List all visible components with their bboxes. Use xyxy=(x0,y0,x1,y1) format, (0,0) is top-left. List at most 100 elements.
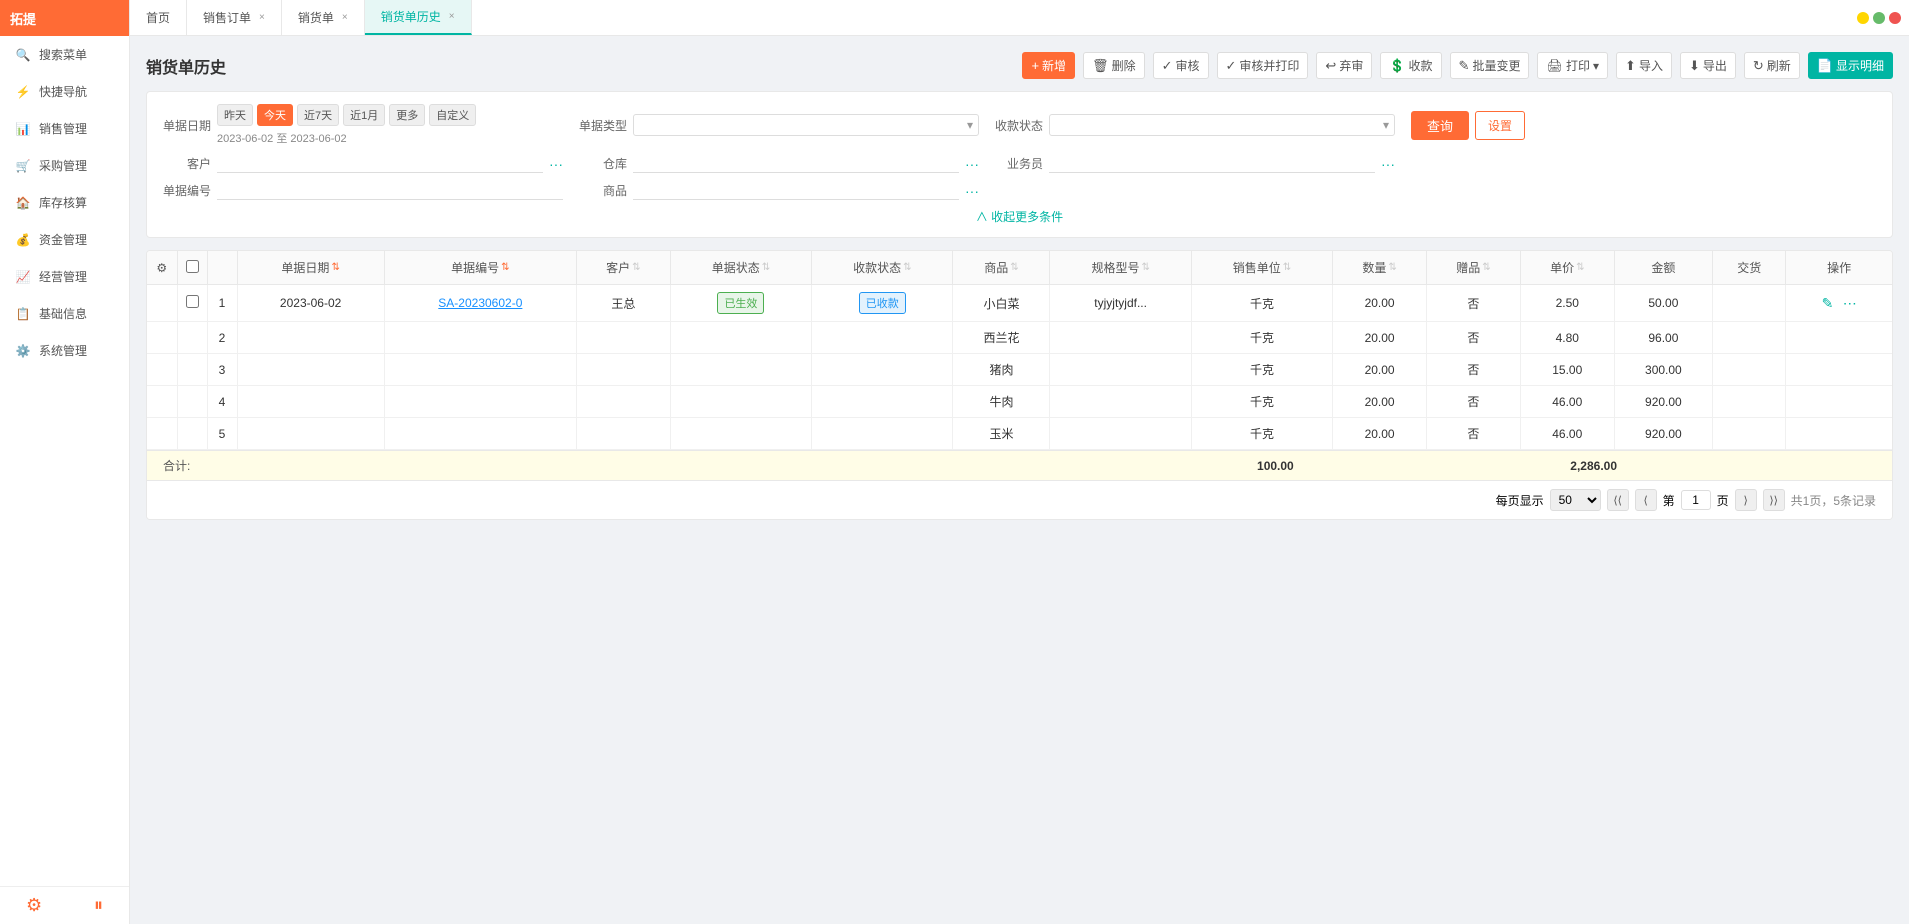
th-goods[interactable]: 商品 ⇅ xyxy=(953,251,1050,285)
minimize-btn[interactable] xyxy=(1857,12,1869,24)
print-button[interactable]: 🖨 打印 ▾ xyxy=(1537,52,1608,79)
salesman-input[interactable] xyxy=(1049,154,1375,173)
row-edit-icon[interactable]: ✎ xyxy=(1822,295,1834,311)
cell-amount: 300.00 xyxy=(1614,354,1712,386)
cell-spec xyxy=(1050,322,1191,354)
date-1month-btn[interactable]: 近1月 xyxy=(343,104,385,126)
th-gear[interactable]: ⚙ xyxy=(147,251,177,285)
th-unit[interactable]: 销售单位 ⇅ xyxy=(1191,251,1332,285)
date-more-btn[interactable]: 更多 xyxy=(389,104,425,126)
th-action: 操作 xyxy=(1786,251,1892,285)
filter-row-3: 单据编号 商品 ··· xyxy=(163,181,1876,200)
close-btn[interactable] xyxy=(1889,12,1901,24)
select-all-checkbox[interactable] xyxy=(186,260,199,273)
sidebar-pause-icon[interactable]: ⏸ xyxy=(94,895,103,916)
tab-home-label: 首页 xyxy=(146,9,170,26)
review-print-button[interactable]: ✓ 审核并打印 xyxy=(1217,52,1309,79)
sidebar-item-ops-mgmt[interactable]: 📈 经营管理 xyxy=(0,258,129,295)
customer-dots-btn[interactable]: ··· xyxy=(549,156,563,172)
sidebar-item-purchase-mgmt[interactable]: 🛒 采购管理 xyxy=(0,147,129,184)
next-page-btn[interactable]: ⟩ xyxy=(1735,489,1757,511)
print-dropdown-icon: ▾ xyxy=(1593,59,1599,73)
prev-page-btn[interactable]: ⟨ xyxy=(1635,489,1657,511)
th-collect-status[interactable]: 收款状态 ⇅ xyxy=(812,251,953,285)
row-more-icon[interactable]: ⋯ xyxy=(1843,295,1857,311)
sort-price[interactable]: 单价 ⇅ xyxy=(1550,259,1584,276)
doc-type-select[interactable] xyxy=(633,114,979,136)
cell-spec xyxy=(1050,354,1191,386)
sidebar-item-sales-mgmt[interactable]: 📊 销售管理 xyxy=(0,110,129,147)
collect-status-select[interactable] xyxy=(1049,114,1395,136)
maximize-btn[interactable] xyxy=(1873,12,1885,24)
sort-goods[interactable]: 商品 ⇅ xyxy=(984,259,1018,276)
per-page-select[interactable]: 50 100 xyxy=(1550,489,1601,511)
sidebar-item-quick-nav[interactable]: ⚡ 快捷导航 xyxy=(0,73,129,110)
warehouse-filter-group: 仓库 ··· xyxy=(579,154,979,173)
tab-close-sales-history[interactable]: × xyxy=(449,11,455,22)
batch-change-button[interactable]: ✎ 批量变更 xyxy=(1450,52,1530,79)
tab-home[interactable]: 首页 xyxy=(130,0,187,35)
salesman-dots-btn[interactable]: ··· xyxy=(1381,156,1395,172)
sidebar-item-basic-info[interactable]: 📋 基础信息 xyxy=(0,295,129,332)
warehouse-input[interactable] xyxy=(633,154,959,173)
sort-unit[interactable]: 销售单位 ⇅ xyxy=(1233,259,1291,276)
row-checkbox[interactable] xyxy=(186,295,199,308)
sidebar-settings-icon[interactable]: ⚙ xyxy=(26,895,42,916)
th-customer[interactable]: 客户 ⇅ xyxy=(576,251,670,285)
first-page-btn[interactable]: ⟨⟨ xyxy=(1607,489,1629,511)
sort-spec[interactable]: 规格型号 ⇅ xyxy=(1091,259,1149,276)
import-button[interactable]: ⬆ 导入 xyxy=(1616,52,1672,79)
tab-sales-history[interactable]: 销货单历史 × xyxy=(365,0,472,35)
sort-doc-no[interactable]: 单据编号 ⇅ xyxy=(451,259,509,276)
th-doc-no[interactable]: 单据编号 ⇅ xyxy=(384,251,576,285)
tab-sales-order[interactable]: 销售订单 × xyxy=(187,0,282,35)
last-page-btn[interactable]: ⟩⟩ xyxy=(1763,489,1785,511)
collapse-btn[interactable]: ∧ 收起更多条件 xyxy=(163,208,1876,225)
sidebar-item-search-menu[interactable]: 🔍 搜索菜单 xyxy=(0,36,129,73)
sidebar-item-inventory[interactable]: 🏠 库存核算 xyxy=(0,184,129,221)
date-custom-btn[interactable]: 自定义 xyxy=(429,104,476,126)
sort-doc-status[interactable]: 单据状态 ⇅ xyxy=(712,259,770,276)
add-button[interactable]: + 新增 xyxy=(1022,52,1075,79)
warehouse-dots-btn[interactable]: ··· xyxy=(965,156,979,172)
cell-amount: 50.00 xyxy=(1614,285,1712,322)
goods-input[interactable] xyxy=(633,181,959,200)
cell-trade xyxy=(1713,418,1786,450)
sort-qty[interactable]: 数量 ⇅ xyxy=(1362,259,1396,276)
sidebar-item-sys-mgmt[interactable]: ⚙️ 系统管理 xyxy=(0,332,129,369)
refresh-button[interactable]: ↻ 刷新 xyxy=(1744,52,1800,79)
tab-close-sales-goods[interactable]: × xyxy=(342,12,348,23)
export-button[interactable]: ⬇ 导出 xyxy=(1680,52,1736,79)
th-gift[interactable]: 赠品 ⇅ xyxy=(1427,251,1521,285)
sort-collect-status[interactable]: 收款状态 ⇅ xyxy=(853,259,911,276)
date-today-btn[interactable]: 今天 xyxy=(257,104,293,126)
page-input[interactable] xyxy=(1681,490,1711,510)
tab-close-sales-order[interactable]: × xyxy=(259,12,265,23)
customer-input[interactable] xyxy=(217,154,543,173)
th-doc-status[interactable]: 单据状态 ⇅ xyxy=(670,251,811,285)
query-button[interactable]: 查询 xyxy=(1411,111,1469,140)
sort-gift[interactable]: 赠品 ⇅ xyxy=(1456,259,1490,276)
date-yesterday-btn[interactable]: 昨天 xyxy=(217,104,253,126)
sidebar-item-funds-mgmt[interactable]: 💰 资金管理 xyxy=(0,221,129,258)
doc-no-input[interactable] xyxy=(217,181,563,200)
th-spec[interactable]: 规格型号 ⇅ xyxy=(1050,251,1191,285)
sidebar: 拓提 🔍 搜索菜单 ⚡ 快捷导航 📊 销售管理 🛒 采购管理 🏠 库存核算 💰 … xyxy=(0,0,130,924)
review-button[interactable]: ✓ 审核 xyxy=(1153,52,1209,79)
tab-sales-goods[interactable]: 销货单 × xyxy=(282,0,365,35)
th-price[interactable]: 单价 ⇅ xyxy=(1520,251,1614,285)
sort-doc-date[interactable]: 单据日期 ⇅ xyxy=(281,259,339,276)
show-detail-button[interactable]: 📄 显示明细 xyxy=(1808,52,1893,79)
goods-dots-btn[interactable]: ··· xyxy=(965,183,979,199)
cell-customer xyxy=(576,386,670,418)
date-7days-btn[interactable]: 近7天 xyxy=(297,104,339,126)
abandon-button[interactable]: ↩ 弃审 xyxy=(1316,52,1372,79)
collect-button[interactable]: 💲 收款 xyxy=(1380,52,1441,79)
th-qty[interactable]: 数量 ⇅ xyxy=(1333,251,1427,285)
cell-checkbox xyxy=(177,386,207,418)
set-button[interactable]: 设置 xyxy=(1475,111,1525,140)
delete-button[interactable]: 🗑 删除 xyxy=(1083,52,1145,79)
th-doc-date[interactable]: 单据日期 ⇅ xyxy=(237,251,384,285)
sort-customer[interactable]: 客户 ⇅ xyxy=(606,259,640,276)
doc-no-link[interactable]: SA-20230602-0 xyxy=(438,296,522,310)
